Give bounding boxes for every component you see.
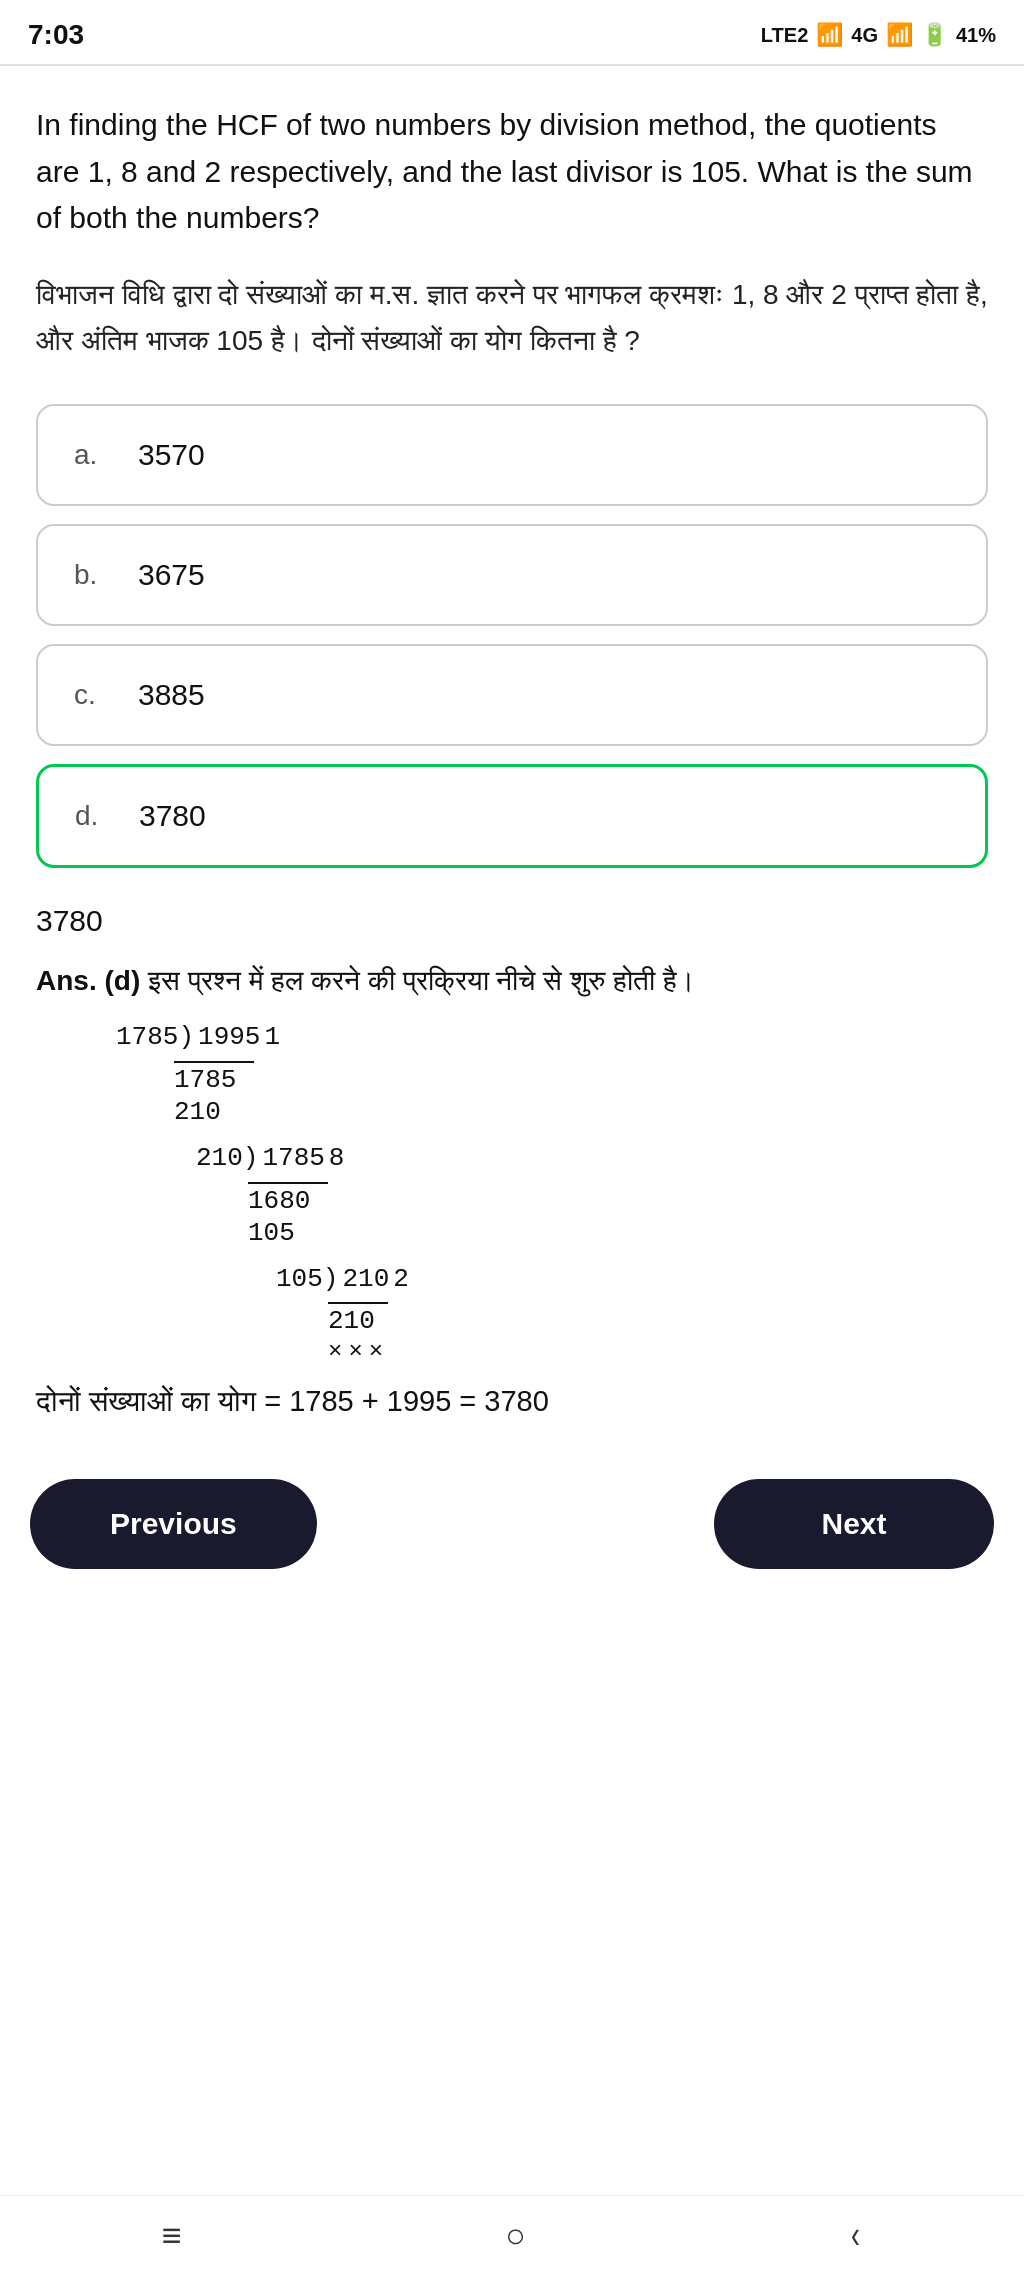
- option-b-label: b.: [74, 559, 110, 591]
- network-type-label: 4G: [851, 24, 878, 47]
- step3-remainder: ×××: [328, 1338, 389, 1365]
- ans-label: Ans. (d): [36, 965, 148, 996]
- step2-close-paren: ): [243, 1135, 259, 1182]
- bottom-navigation: Previous Next: [0, 1479, 1024, 1599]
- option-a[interactable]: a. 3570: [36, 404, 988, 506]
- division-step-3: 105 ) 210 2 210 ×××: [276, 1256, 988, 1366]
- division-step-2: 210 ) 1785 8 1680 105: [196, 1135, 988, 1248]
- home-icon[interactable]: ○: [505, 2216, 526, 2255]
- back-icon[interactable]: ‹: [851, 2214, 860, 2257]
- system-bar: ≡ ○ ‹: [0, 2195, 1024, 2275]
- signal-bars-2-icon: 📶: [886, 22, 913, 48]
- step2-divisor: 210: [196, 1135, 243, 1182]
- question-english: In finding the HCF of two numbers by div…: [36, 102, 988, 242]
- long-division-section: 1785 ) 1995 1 1785 210 210 ) 1785 8: [116, 1014, 988, 1365]
- option-c-label: c.: [74, 679, 110, 711]
- option-a-value: 3570: [138, 438, 205, 472]
- options-container: a. 3570 b. 3675 c. 3885 d. 3780: [36, 404, 988, 868]
- explanation-text: इस प्रश्न में हल करने की प्रक्रिया नीचे …: [148, 965, 696, 996]
- status-time: 7:03: [28, 19, 84, 51]
- option-b[interactable]: b. 3675: [36, 524, 988, 626]
- step3-divisor: 105: [276, 1256, 323, 1303]
- step1-close-paren: ): [178, 1014, 194, 1061]
- status-icons: LTE2 📶 4G 📶 🔋 41%: [761, 22, 996, 48]
- battery-icon: 🔋: [921, 22, 948, 48]
- step3-subtracted: 210: [328, 1302, 388, 1336]
- step2-subtracted: 1680: [248, 1182, 328, 1216]
- signal-bars-icon: 📶: [816, 22, 843, 48]
- step1-subtracted: 1785: [174, 1061, 254, 1095]
- option-d-label: d.: [75, 800, 111, 832]
- option-c-value: 3885: [138, 678, 205, 712]
- status-bar: 7:03 LTE2 📶 4G 📶 🔋 41%: [0, 0, 1024, 64]
- sum-line: दोनों संख्याओं का योग = 1785 + 1995 = 37…: [36, 1385, 988, 1419]
- step2-dividend: 1785: [262, 1135, 324, 1182]
- option-a-label: a.: [74, 439, 110, 471]
- answer-value: 3780: [36, 904, 988, 938]
- step2-open-paren: 8: [329, 1135, 345, 1182]
- answer-explanation: Ans. (d) इस प्रश्न में हल करने की प्रक्र…: [36, 958, 988, 1004]
- battery-label: 41%: [956, 24, 996, 47]
- step2-remainder: 105: [248, 1218, 295, 1248]
- network-label: LTE2: [761, 24, 808, 47]
- step3-open-paren: 2: [393, 1256, 409, 1303]
- next-button[interactable]: Next: [714, 1479, 994, 1569]
- menu-icon[interactable]: ≡: [162, 2216, 182, 2255]
- option-d[interactable]: d. 3780: [36, 764, 988, 868]
- step1-open-paren: 1: [264, 1014, 280, 1061]
- question-hindi: विभाजन विधि द्वारा दो संख्याओं का म.स. ज…: [36, 272, 988, 364]
- option-d-value: 3780: [139, 799, 206, 833]
- step1-remainder: 210: [174, 1097, 221, 1127]
- step3-close-paren: ): [323, 1256, 339, 1303]
- main-content: In finding the HCF of two numbers by div…: [0, 66, 1024, 1469]
- option-b-value: 3675: [138, 558, 205, 592]
- step1-dividend: 1995: [198, 1014, 260, 1061]
- step1-divisor: 1785: [116, 1014, 178, 1061]
- division-step-1: 1785 ) 1995 1 1785 210: [116, 1014, 988, 1127]
- option-c[interactable]: c. 3885: [36, 644, 988, 746]
- step3-dividend: 210: [342, 1256, 389, 1303]
- previous-button[interactable]: Previous: [30, 1479, 317, 1569]
